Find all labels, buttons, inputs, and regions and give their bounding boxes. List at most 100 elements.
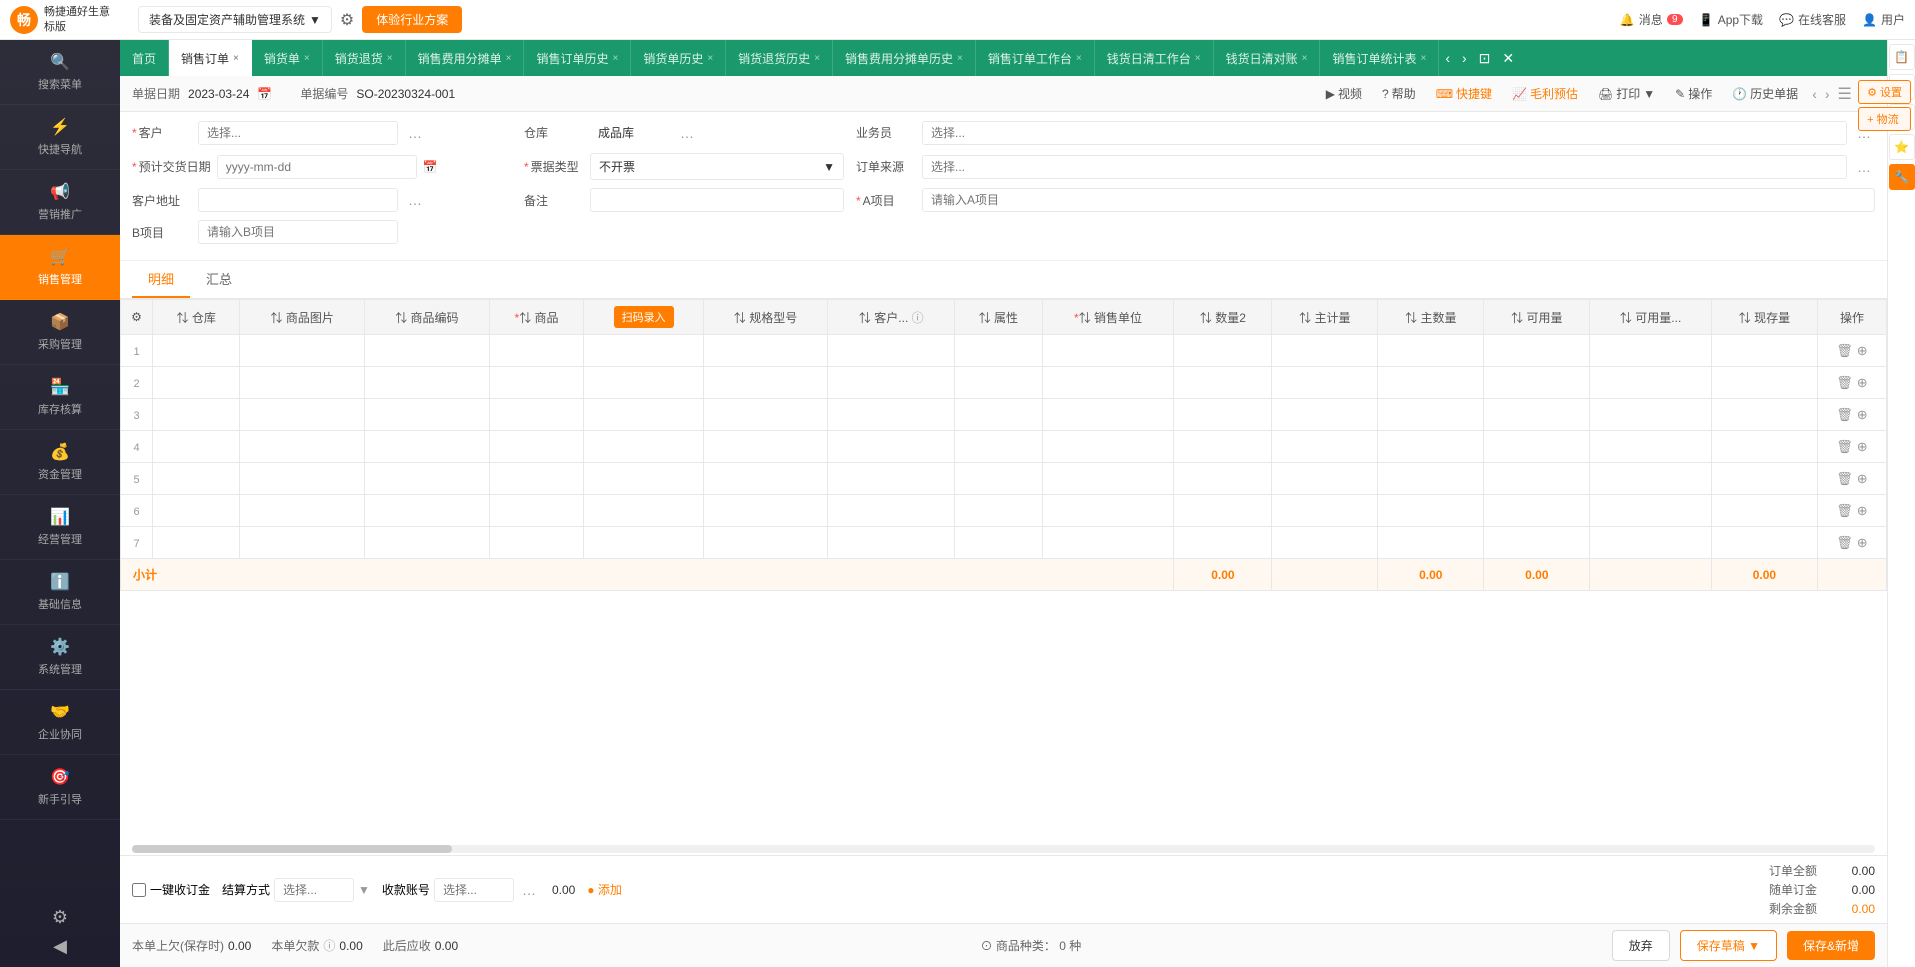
th-image[interactable]: ⇅ 商品图片 (240, 300, 365, 335)
copy-icon[interactable]: ⊕ (1857, 375, 1868, 391)
settings-button[interactable]: ⚙ 设置 (1858, 80, 1887, 104)
print-btn[interactable]: 🖨 打印 ▼ (1592, 82, 1661, 105)
tab-close-all-btn[interactable]: ✕ (1496, 50, 1520, 67)
delete-icon[interactable]: 🗑 (1836, 407, 1853, 423)
sidebar-item-basic-info[interactable]: ℹ️ 基础信息 (0, 560, 120, 625)
copy-icon[interactable]: ⊕ (1857, 471, 1868, 487)
tab-order-history[interactable]: 销售订单历史 × (524, 40, 631, 76)
right-panel-btn-4[interactable]: ⭐ (1889, 134, 1915, 160)
tab-close-sales-bill[interactable]: × (304, 53, 310, 64)
sidebar-item-guide[interactable]: 🎯 新手引导 (0, 755, 120, 820)
online-service-btn[interactable]: 💬 在线客服 (1779, 11, 1846, 28)
tab-bill-history[interactable]: 销货单历史 × (631, 40, 726, 76)
tab-close-daily-workspace[interactable]: × (1195, 53, 1201, 64)
copy-icon[interactable]: ⊕ (1857, 439, 1868, 455)
view-btn[interactable]: ▶ 视频 (1320, 82, 1368, 105)
tab-summary[interactable]: 汇总 (190, 261, 248, 298)
payment-method-input[interactable] (274, 878, 354, 902)
user-btn[interactable]: 👤 用户 (1862, 11, 1905, 28)
tab-close-bill-history[interactable]: × (707, 53, 713, 64)
tab-home[interactable]: 首页 (120, 40, 169, 76)
tab-close-order-history[interactable]: × (612, 53, 618, 64)
right-panel-btn-1[interactable]: 📋 (1889, 44, 1915, 70)
copy-icon[interactable]: ⊕ (1857, 535, 1868, 551)
history-btn[interactable]: 🕐 历史单据 (1726, 82, 1804, 105)
th-attr[interactable]: ⇅ 属性 (955, 300, 1042, 335)
notification-area[interactable]: 🔔 消息 9 (1620, 11, 1683, 28)
add-payment-btn[interactable]: ● 添加 (587, 881, 622, 898)
a-project-input[interactable] (922, 188, 1875, 212)
tab-daily-reconcile[interactable]: 钱货日清对账 × (1214, 40, 1321, 76)
tab-daily-workspace[interactable]: 钱货日清工作台 × (1095, 40, 1214, 76)
tab-order-workspace[interactable]: 销售订单工作台 × (976, 40, 1095, 76)
delete-icon[interactable]: 🗑 (1836, 375, 1853, 391)
th-code[interactable]: ⇅ 商品编码 (365, 300, 490, 335)
profit-btn[interactable]: 📈 毛利预估 (1506, 82, 1584, 105)
remark-input[interactable] (590, 188, 844, 212)
account-input[interactable] (434, 878, 514, 902)
invoice-type-select[interactable]: 不开票 ▼ (590, 153, 844, 180)
calendar-icon[interactable]: 📅 (257, 87, 272, 101)
sidebar-settings-icon[interactable]: ⚙ (52, 907, 68, 928)
payment-method-chevron[interactable]: ▼ (358, 883, 370, 897)
address-input[interactable] (198, 188, 398, 212)
sidebar-item-enterprise[interactable]: 🤝 企业协同 (0, 690, 120, 755)
sidebar-item-quicknav[interactable]: ⚡ 快捷导航 (0, 105, 120, 170)
list-view-icon[interactable]: ☰ (1838, 84, 1852, 104)
tab-close-fee-split[interactable]: × (506, 53, 512, 64)
order-source-input[interactable] (922, 155, 1847, 179)
sidebar-item-search[interactable]: 🔍 搜索菜单 (0, 40, 120, 105)
discard-button[interactable]: 放弃 (1612, 930, 1670, 961)
tab-fee-history[interactable]: 销售费用分摊单历史 × (833, 40, 976, 76)
tab-return-history[interactable]: 销货退货历史 × (726, 40, 833, 76)
one-click-deposit-checkbox[interactable] (132, 883, 146, 897)
th-main-unit[interactable]: ⇅ 主计量 (1272, 300, 1378, 335)
settings-icon[interactable]: ⚙ (340, 10, 354, 30)
copy-icon[interactable]: ⊕ (1857, 503, 1868, 519)
help-btn[interactable]: ? 帮助 (1376, 82, 1422, 105)
sidebar-item-system[interactable]: ⚙️ 系统管理 (0, 625, 120, 690)
th-qty2[interactable]: ⇅ 数量2 (1174, 300, 1272, 335)
sidebar-item-marketing[interactable]: 📢 营销推广 (0, 170, 120, 235)
scrollbar-thumb[interactable] (132, 845, 452, 853)
system-selector[interactable]: 装备及固定资产辅助管理系统 ▼ (138, 6, 332, 33)
tab-sales-order[interactable]: 销售订单 × (169, 40, 252, 76)
warehouse-dots-btn[interactable]: … (676, 125, 698, 141)
nav-prev-icon[interactable]: ‹ (1812, 86, 1817, 102)
tab-close-sales-order[interactable]: × (233, 53, 239, 64)
th-main-qty[interactable]: ⇅ 主数量 (1378, 300, 1484, 335)
tab-expand-btn[interactable]: ⊡ (1473, 50, 1497, 67)
tab-order-stats[interactable]: 销售订单统计表 × (1320, 40, 1439, 76)
app-download-btn[interactable]: 📱 App下载 (1699, 11, 1763, 28)
tab-close-order-stats[interactable]: × (1420, 53, 1426, 64)
copy-icon[interactable]: ⊕ (1857, 407, 1868, 423)
shortcut-btn[interactable]: ⌨ 快捷键 (1430, 82, 1498, 105)
th-goods[interactable]: ⇅ 商品 (489, 300, 584, 335)
operation-btn[interactable]: ✎ 操作 (1669, 82, 1718, 105)
th-available[interactable]: ⇅ 可用量 (1484, 300, 1590, 335)
th-available2[interactable]: ⇅ 可用量... (1590, 300, 1712, 335)
th-warehouse[interactable]: ⇅ 仓库 (153, 300, 240, 335)
sidebar-item-operations[interactable]: 📊 经营管理 (0, 495, 120, 560)
th-settings[interactable]: ⚙ (121, 300, 153, 335)
th-unit[interactable]: ⇅ 销售单位 (1042, 300, 1174, 335)
scrollbar-track[interactable] (132, 845, 1875, 853)
tab-fee-split[interactable]: 销售费用分摊单 × (406, 40, 525, 76)
customer-input[interactable] (198, 121, 398, 145)
save-new-button[interactable]: 保存&新增 (1787, 931, 1875, 960)
salesperson-input[interactable] (922, 121, 1847, 145)
th-customer-code[interactable]: ⇅ 客户... ⓘ (828, 300, 955, 335)
delete-icon[interactable]: 🗑 (1836, 503, 1853, 519)
copy-icon[interactable]: ⊕ (1857, 343, 1868, 359)
tab-close-daily-reconcile[interactable]: × (1302, 53, 1308, 64)
nav-next-icon[interactable]: › (1825, 86, 1830, 102)
delivery-date-input[interactable] (217, 155, 417, 179)
save-draft-button[interactable]: 保存草稿 ▼ (1680, 930, 1777, 961)
right-panel-btn-5[interactable]: 🔧 (1889, 164, 1915, 190)
th-spec[interactable]: ⇅ 规格型号 (703, 300, 828, 335)
customer-dots-btn[interactable]: … (404, 125, 426, 141)
b-project-input[interactable] (198, 220, 398, 244)
delete-icon[interactable]: 🗑 (1836, 439, 1853, 455)
delete-icon[interactable]: 🗑 (1836, 535, 1853, 551)
solution-button[interactable]: 体验行业方案 (362, 6, 462, 33)
